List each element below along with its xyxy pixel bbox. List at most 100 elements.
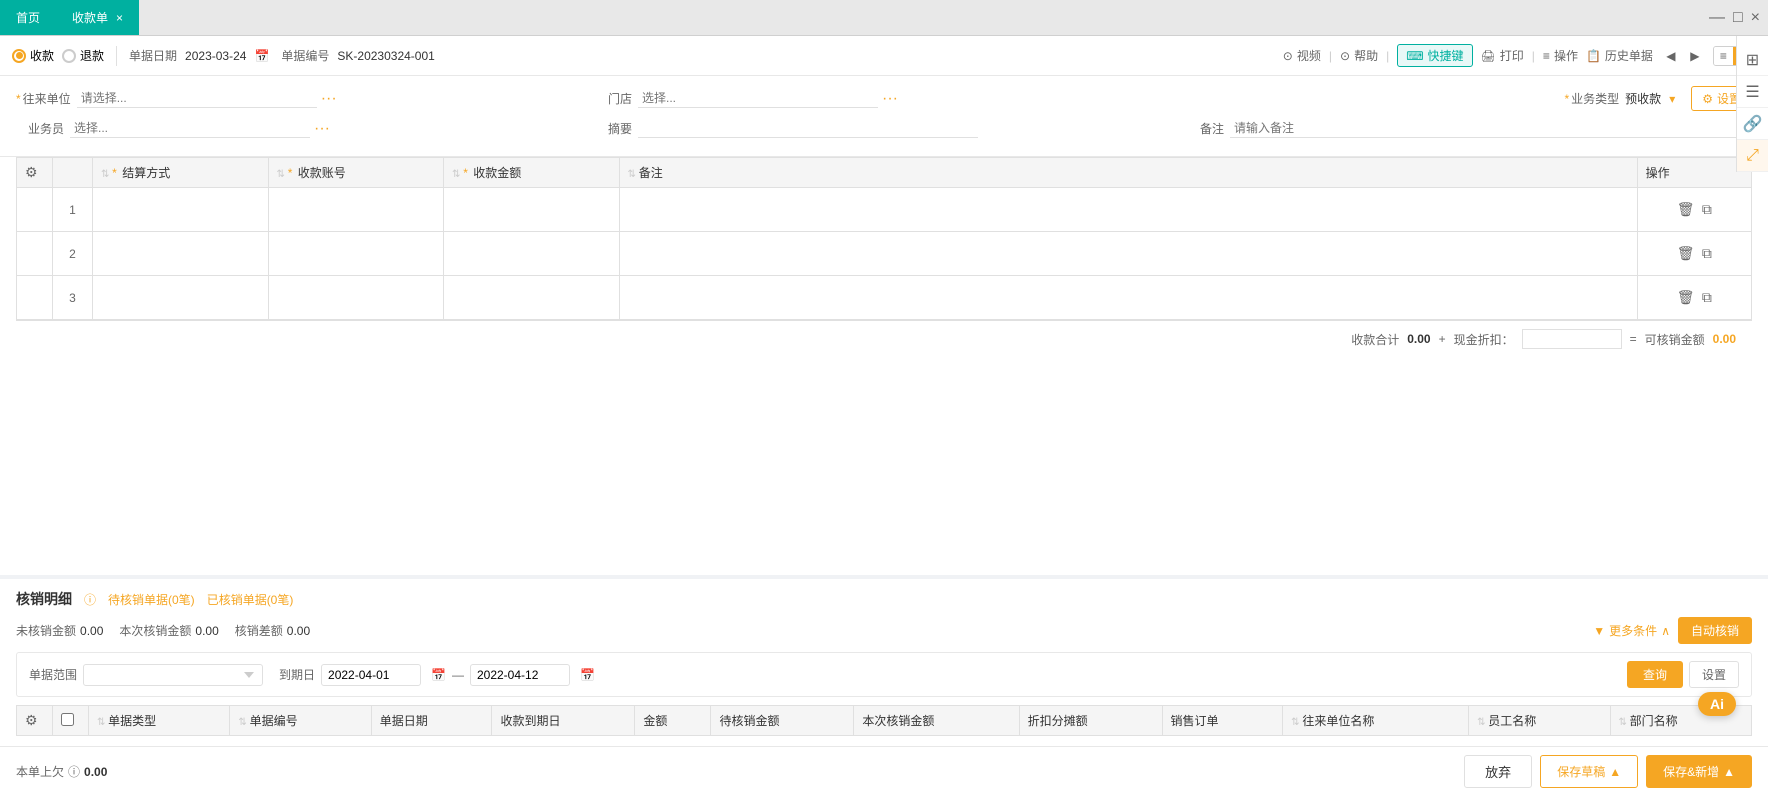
toolbar-nav: ◀ ▶ xyxy=(1661,46,1705,66)
query-btn[interactable]: 查询 xyxy=(1627,661,1683,688)
bill-no-value: SK-20230324-001 xyxy=(337,49,434,63)
row-copy-btn-1[interactable]: ⧉ xyxy=(1700,199,1714,220)
nav-prev-btn[interactable]: ◀ xyxy=(1661,46,1681,66)
td-amount-2[interactable] xyxy=(444,232,620,276)
th-account-sort: ⇅ xyxy=(277,169,288,180)
staff-input[interactable] xyxy=(70,119,310,138)
row-copy-btn-2[interactable]: ⧉ xyxy=(1700,243,1714,264)
nav-next-btn[interactable]: ▶ xyxy=(1685,46,1705,66)
counterparty-more-icon[interactable]: ··· xyxy=(321,90,337,108)
tab-receipt[interactable]: 收款单 × xyxy=(56,0,139,35)
verify-actions: ▼ 更多条件 ∧ 自动核销 xyxy=(1593,617,1752,644)
td-settle-2[interactable] xyxy=(93,232,269,276)
shop-field: 门店 ··· xyxy=(608,89,1160,108)
row-delete-btn-2[interactable]: 🗑 xyxy=(1675,243,1697,264)
abandon-btn[interactable]: 放弃 xyxy=(1464,755,1532,788)
tab-bar-right: — □ × xyxy=(1709,9,1768,27)
footer-value: 0.00 xyxy=(84,765,107,779)
shop-input[interactable] xyxy=(638,89,878,108)
more-cond-label: 更多条件 xyxy=(1609,622,1657,639)
ai-badge[interactable]: Ai xyxy=(1698,692,1736,716)
td-account-2[interactable] xyxy=(268,232,444,276)
summary-input[interactable] xyxy=(638,119,978,138)
sidebar-list-icon[interactable]: ☰ xyxy=(1737,76,1768,108)
action-help[interactable]: ⊙ 帮助 xyxy=(1340,47,1378,64)
business-type-required: * xyxy=(1564,92,1569,106)
sidebar-attach-icon[interactable]: 🔗 xyxy=(1737,108,1768,140)
right-sidebar: ⊞ ☰ 🔗 ⤢ xyxy=(1736,36,1768,172)
staff-label: 业务员 xyxy=(28,120,64,137)
radio-refund[interactable]: 退款 xyxy=(62,47,104,64)
vth-no: ⇅ 单据编号 xyxy=(230,706,371,736)
window-close-icon[interactable]: × xyxy=(1751,9,1760,27)
auto-verify-btn[interactable]: 自动核销 xyxy=(1678,617,1752,644)
counterparty-input[interactable] xyxy=(77,89,317,108)
current-value: 0.00 xyxy=(195,624,218,638)
td-remark-3[interactable] xyxy=(619,276,1637,320)
filter-settings-btn[interactable]: 设置 xyxy=(1689,661,1739,688)
footer-info-icon[interactable]: ⓘ xyxy=(68,763,80,780)
verify-pending-label: 待核销单据(0笔) xyxy=(108,593,195,607)
td-settle-1[interactable] xyxy=(93,188,269,232)
table-settings-btn[interactable]: ⚙ xyxy=(25,164,38,181)
filter-date-to[interactable] xyxy=(470,664,570,686)
td-gear-1 xyxy=(17,188,53,232)
td-amount-3[interactable] xyxy=(444,276,620,320)
td-account-3[interactable] xyxy=(268,276,444,320)
date-cal-from-icon[interactable]: 📅 xyxy=(431,668,446,682)
view-list-btn[interactable]: ≡ xyxy=(1714,47,1733,65)
verify-pending-tab[interactable]: 待核销单据(0笔) xyxy=(108,591,195,608)
summary-total-label: 收款合计 xyxy=(1351,331,1399,348)
vth-gear: ⚙ xyxy=(17,706,53,736)
type-radio-group: 收款 退款 xyxy=(12,47,104,64)
remarks-input[interactable] xyxy=(1230,119,1752,138)
counterparty-label: 往来单位 xyxy=(23,90,71,107)
toolbar-sep2: | xyxy=(1386,49,1389,63)
action-shortcut[interactable]: ⌨ 快捷键 xyxy=(1397,44,1472,67)
td-settle-3[interactable] xyxy=(93,276,269,320)
main-content: 收款 退款 单据日期 2023-03-24 📅 单据编号 SK-20230324… xyxy=(0,36,1768,796)
radio-receipt[interactable]: 收款 xyxy=(12,47,54,64)
td-remark-2[interactable] xyxy=(619,232,1637,276)
verify-table-settings-btn[interactable]: ⚙ xyxy=(25,712,38,729)
shop-more-icon[interactable]: ··· xyxy=(882,90,898,108)
row-delete-btn-1[interactable]: 🗑 xyxy=(1675,199,1697,220)
summary-discount-label: 现金折扣： xyxy=(1454,331,1514,348)
save-new-btn[interactable]: 保存&新增 ▲ xyxy=(1646,755,1752,788)
filter-date-from[interactable] xyxy=(321,664,421,686)
td-remark-1[interactable] xyxy=(619,188,1637,232)
filter-right: 查询 设置 xyxy=(1627,661,1739,688)
bill-date-label: 单据日期 xyxy=(129,47,177,64)
action-print[interactable]: 🖨 打印 xyxy=(1481,47,1524,64)
business-type-dropdown-icon[interactable]: ▾ xyxy=(1669,92,1675,106)
verify-select-all[interactable] xyxy=(61,713,74,726)
td-amount-1[interactable] xyxy=(444,188,620,232)
window-minimize-icon[interactable]: — xyxy=(1709,9,1725,27)
row-delete-btn-3[interactable]: 🗑 xyxy=(1675,287,1697,308)
row-copy-btn-3[interactable]: ⧉ xyxy=(1700,287,1714,308)
verify-info-icon[interactable]: ⓘ xyxy=(84,591,96,608)
bill-date-field: 单据日期 2023-03-24 📅 xyxy=(129,47,269,64)
sidebar-expand-icon[interactable]: ⤢ xyxy=(1737,140,1768,172)
date-cal-to-icon[interactable]: 📅 xyxy=(580,668,595,682)
save-draft-btn[interactable]: 保存草稿 ▲ xyxy=(1540,755,1638,788)
remarks-field: 备注 xyxy=(1200,119,1752,138)
more-conditions-btn[interactable]: ▼ 更多条件 ∧ xyxy=(1593,622,1670,639)
tab-home[interactable]: 首页 xyxy=(0,0,56,35)
action-history[interactable]: 📋 历史单据 xyxy=(1586,47,1653,64)
td-account-1[interactable] xyxy=(268,188,444,232)
save-draft-label: 保存草稿 xyxy=(1557,763,1605,780)
filter-range-select[interactable] xyxy=(83,664,263,686)
verify-done-tab[interactable]: 已核销单据(0笔) xyxy=(207,591,294,608)
window-restore-icon[interactable]: □ xyxy=(1733,9,1743,27)
tab-close-icon[interactable]: × xyxy=(116,11,123,25)
action-video[interactable]: ⊙ 视频 xyxy=(1283,47,1321,64)
td-action-3: 🗑 ⧉ xyxy=(1637,276,1751,320)
vth-pending: 待核销金额 xyxy=(711,706,854,736)
summary-discount-input[interactable] xyxy=(1522,329,1622,349)
action-ops[interactable]: ≡ 操作 xyxy=(1543,47,1578,64)
verify-title: 核销明细 xyxy=(16,589,72,609)
sidebar-table-icon[interactable]: ⊞ xyxy=(1737,44,1768,76)
staff-more-icon[interactable]: ··· xyxy=(314,120,330,138)
bill-date-calendar-icon[interactable]: 📅 xyxy=(254,49,269,63)
